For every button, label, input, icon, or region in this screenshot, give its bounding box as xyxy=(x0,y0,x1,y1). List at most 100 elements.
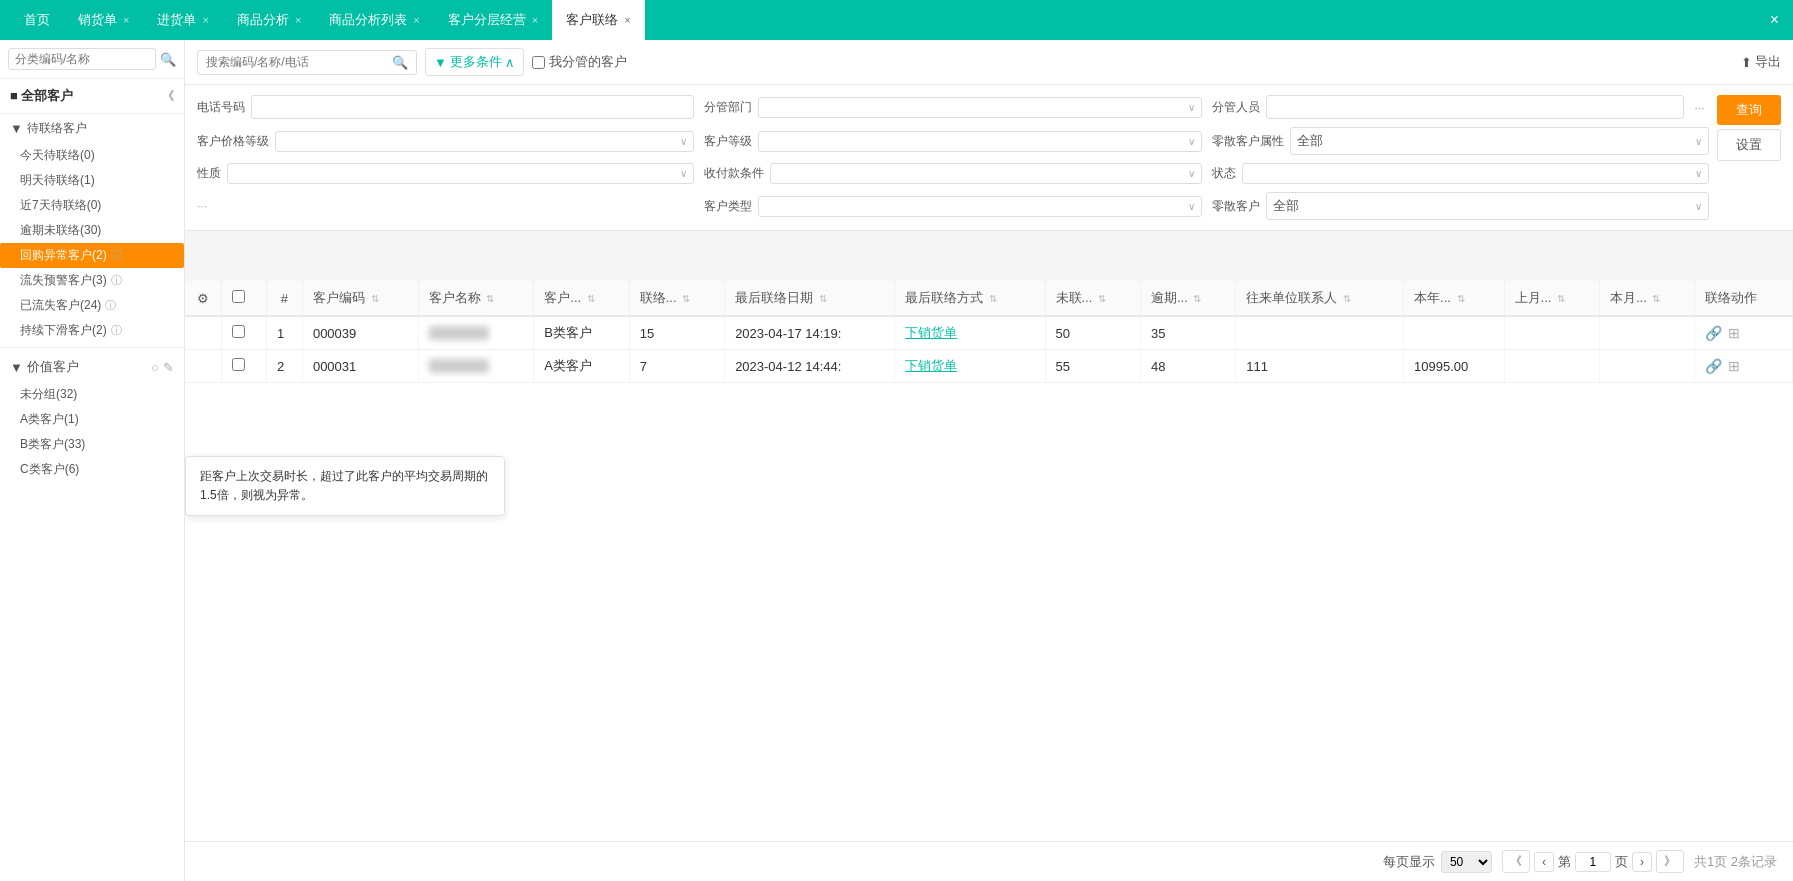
sparse-customer-select[interactable]: 全部∨ xyxy=(1266,192,1709,220)
link-icon[interactable]: 🔗 xyxy=(1705,358,1722,374)
nav-item-客户分层经营[interactable]: 客户分层经营× xyxy=(434,0,552,40)
sidebar-item-流失预警客户(3)[interactable]: 流失预警客户(3) ⓘ xyxy=(0,268,184,293)
select-all-checkbox[interactable] xyxy=(232,290,245,303)
sidebar-item-已流失客户(24)[interactable]: 已流失客户(24) ⓘ xyxy=(0,293,184,318)
edit-icon[interactable]: ✎ xyxy=(163,360,174,375)
manager-more-icon[interactable]: ··· xyxy=(1690,100,1709,115)
filter-customer-level: 客户等级 ∨ xyxy=(704,131,1201,152)
th-this-month[interactable]: 本月... ⇅ xyxy=(1600,281,1695,316)
next-page-btn[interactable]: › xyxy=(1632,852,1652,872)
phone-input[interactable] xyxy=(251,95,694,119)
th-this-year[interactable]: 本年... ⇅ xyxy=(1404,281,1504,316)
settings-button[interactable]: 设置 xyxy=(1717,129,1781,161)
th-overdue[interactable]: 逾期... ⇅ xyxy=(1140,281,1235,316)
th-contacts[interactable]: 往来单位联系人 ⇅ xyxy=(1236,281,1404,316)
search-icon[interactable]: 🔍 xyxy=(392,55,408,70)
search-input[interactable] xyxy=(206,55,386,69)
close-all-tabs[interactable]: × xyxy=(1770,11,1779,29)
table-footer: 每页显示 50 100 200 《 ‹ 第 页 › 》 共1页 2条记录 xyxy=(185,841,1793,881)
nav-item-销货单[interactable]: 销货单× xyxy=(64,0,143,40)
td-this-month xyxy=(1600,350,1695,383)
sidebar-item-逾期未联络(30)[interactable]: 逾期未联络(30) xyxy=(0,218,184,243)
th-name[interactable]: 客户名称 ⇅ xyxy=(418,281,534,316)
th-settings[interactable]: ⚙ xyxy=(185,281,221,316)
th-last-date[interactable]: 最后联络日期 ⇅ xyxy=(725,281,895,316)
nav-close-icon[interactable]: × xyxy=(202,14,208,26)
filter-customer-type: 客户类型 ∨ xyxy=(704,196,1201,217)
sparse-attr-select[interactable]: 全部∨ xyxy=(1290,127,1709,155)
sidebar-item-近7天待联络(0)[interactable]: 近7天待联络(0) xyxy=(0,193,184,218)
sidebar-value-title[interactable]: ▼价值客户 ○ ✎ xyxy=(0,352,184,382)
nav-close-icon[interactable]: × xyxy=(123,14,129,26)
nav-item-首页[interactable]: 首页 xyxy=(10,0,64,40)
sidebar-item-持续下滑客户(2)[interactable]: 持续下滑客户(2) ⓘ xyxy=(0,318,184,343)
sidebar-value-item[interactable]: C类客户(6) xyxy=(0,457,184,482)
sidebar-section-pending-title[interactable]: ▼ 待联络客户 xyxy=(0,114,184,143)
more-conditions-btn[interactable]: ▼ 更多条件 ∧ xyxy=(425,48,524,76)
my-customers-checkbox-label[interactable]: 我分管的客户 xyxy=(532,53,627,71)
export-btn[interactable]: ⬆ 导出 xyxy=(1741,53,1781,71)
th-type[interactable]: 客户... ⇅ xyxy=(534,281,629,316)
per-page-select[interactable]: 50 100 200 xyxy=(1441,851,1492,873)
td-action: 🔗 ⊞ xyxy=(1695,350,1793,383)
nav-close-icon[interactable]: × xyxy=(295,14,301,26)
price-level-select[interactable]: ∨ xyxy=(275,131,694,152)
nav-item-商品分析[interactable]: 商品分析× xyxy=(223,0,315,40)
customer-level-select[interactable]: ∨ xyxy=(758,131,1201,152)
nature-select[interactable]: ∨ xyxy=(227,163,694,184)
th-not-contact[interactable]: 未联... ⇅ xyxy=(1045,281,1140,316)
page-input[interactable] xyxy=(1575,852,1611,872)
filter-manager: 分管人员 ··· xyxy=(1212,95,1709,119)
th-code[interactable]: 客户编码 ⇅ xyxy=(302,281,418,316)
th-last-month[interactable]: 上月... ⇅ xyxy=(1504,281,1599,316)
last-method-link[interactable]: 下销货单 xyxy=(905,325,957,340)
sidebar-all-customers-header[interactable]: ■ 全部客户 《 xyxy=(0,79,184,114)
sidebar-item-anomaly[interactable]: 回购异常客户(2) ⓘ xyxy=(0,243,184,268)
nav-item-客户联络[interactable]: 客户联络× xyxy=(552,0,644,40)
last-page-btn[interactable]: 》 xyxy=(1656,850,1684,873)
sidebar-value-item[interactable]: B类客户(33) xyxy=(0,432,184,457)
payment-select[interactable]: ∨ xyxy=(770,163,1201,184)
row-checkbox[interactable] xyxy=(232,358,245,371)
td-last-date: 2023-04-12 14:44: xyxy=(725,350,895,383)
sidebar-item-明天待联络(1)[interactable]: 明天待联络(1) xyxy=(0,168,184,193)
dept-select[interactable]: ∨ xyxy=(758,97,1201,118)
nav-close-icon[interactable]: × xyxy=(413,14,419,26)
status-select[interactable]: ∨ xyxy=(1242,163,1709,184)
my-customers-checkbox[interactable] xyxy=(532,56,545,69)
sidebar-search-input[interactable] xyxy=(8,48,156,70)
info-icon: ⓘ xyxy=(111,323,122,338)
prev-page-btn[interactable]: ‹ xyxy=(1534,852,1554,872)
customer-type-select[interactable]: ∨ xyxy=(758,196,1201,217)
row-checkbox[interactable] xyxy=(232,325,245,338)
td-settings xyxy=(185,316,221,350)
grid-icon[interactable]: ⊞ xyxy=(1728,325,1740,341)
circle-icon[interactable]: ○ xyxy=(151,360,159,375)
td-last-month xyxy=(1504,350,1599,383)
nav-item-商品分析列表[interactable]: 商品分析列表× xyxy=(315,0,433,40)
td-name xyxy=(418,350,534,383)
last-method-link[interactable]: 下销货单 xyxy=(905,358,957,373)
manager-input[interactable] xyxy=(1266,95,1684,119)
sidebar-value-item[interactable]: A类客户(1) xyxy=(0,407,184,432)
first-page-btn[interactable]: 《 xyxy=(1502,850,1530,873)
sidebar-item-今天待联络(0)[interactable]: 今天待联络(0) xyxy=(0,143,184,168)
filter-more-icon[interactable]: ··· xyxy=(197,199,207,213)
nav-close-icon[interactable]: × xyxy=(624,14,630,26)
sidebar-value-item[interactable]: 未分组(32) xyxy=(0,382,184,407)
info-icon: ⓘ xyxy=(111,273,122,288)
th-last-method[interactable]: 最后联络方式 ⇅ xyxy=(895,281,1045,316)
nav-item-进货单[interactable]: 进货单× xyxy=(143,0,222,40)
grid-icon[interactable]: ⊞ xyxy=(1728,358,1740,374)
sidebar-collapse-icon[interactable]: 《 xyxy=(162,88,174,105)
query-button[interactable]: 查询 xyxy=(1717,95,1781,125)
arrow-icon: ▼ xyxy=(10,121,23,136)
nav-close-icon[interactable]: × xyxy=(532,14,538,26)
sparse-customer-label: 零散客户 xyxy=(1212,198,1260,215)
link-icon[interactable]: 🔗 xyxy=(1705,325,1722,341)
table-row: 1 000039 B类客户 15 2023-04-17 14:19: 下销货单 … xyxy=(185,316,1793,350)
customer-type-label: 客户类型 xyxy=(704,198,752,215)
per-page-selector: 每页显示 50 100 200 xyxy=(1383,851,1492,873)
sidebar-search-icon[interactable]: 🔍 xyxy=(160,52,176,67)
th-contact[interactable]: 联络... ⇅ xyxy=(629,281,724,316)
